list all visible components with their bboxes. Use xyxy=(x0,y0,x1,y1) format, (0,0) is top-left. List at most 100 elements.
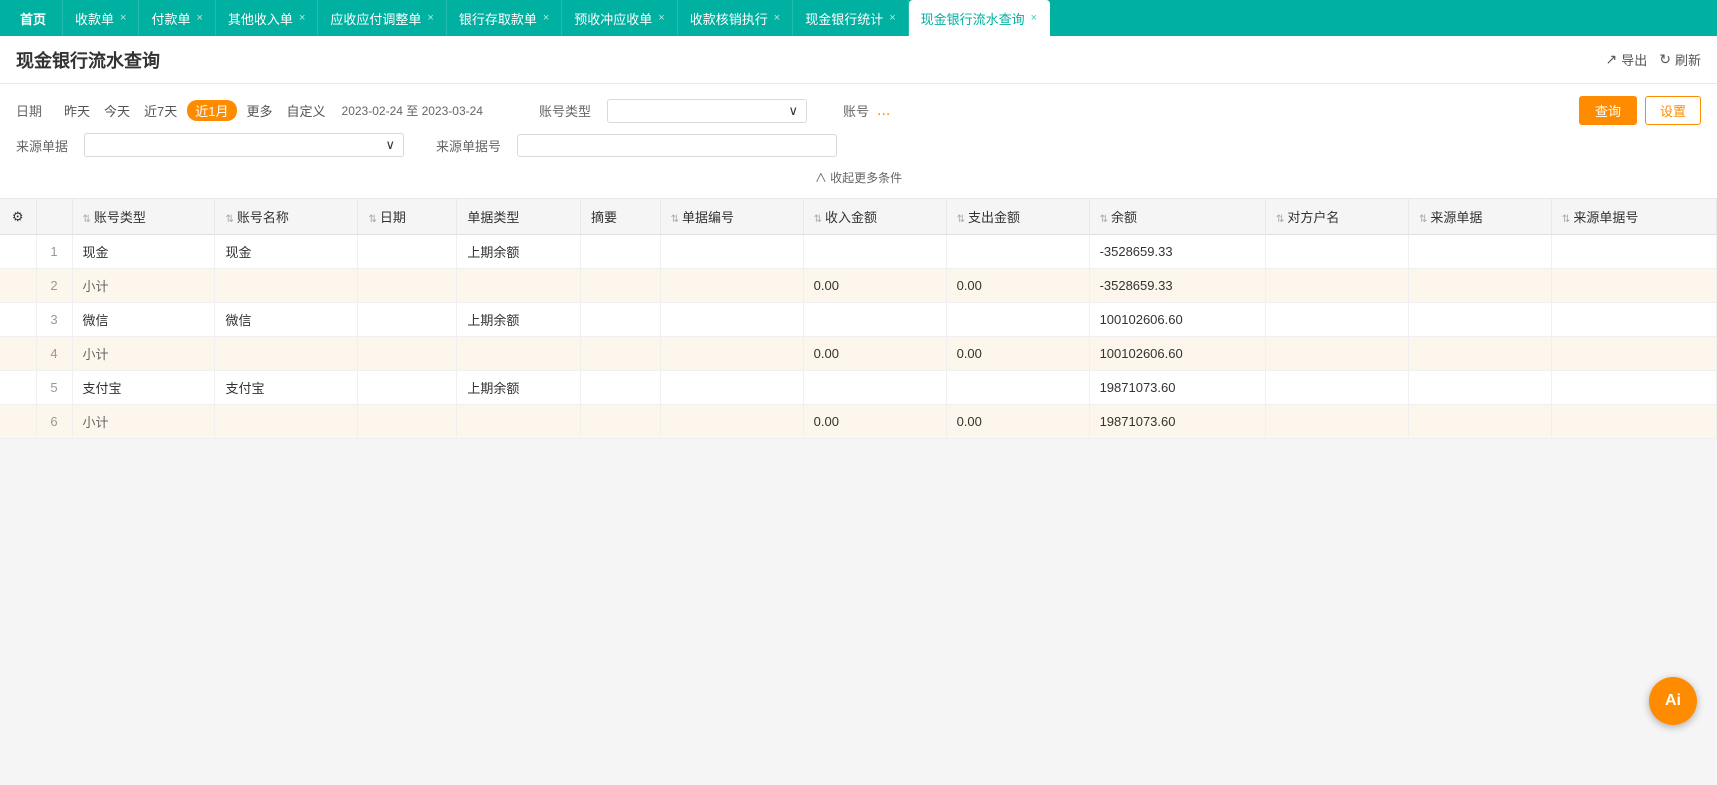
table-row[interactable]: 2小计0.000.00-3528659.33 xyxy=(0,269,1717,303)
td-cell: 小计 xyxy=(72,269,215,303)
th-counterpart[interactable]: ⇅对方户名 xyxy=(1265,199,1408,235)
refresh-button[interactable]: ↻ 刷新 xyxy=(1659,50,1701,69)
td-cell xyxy=(581,337,661,371)
td-cell xyxy=(1408,337,1551,371)
th-gear[interactable]: ⚙ xyxy=(0,199,36,235)
nav-tab-7[interactable]: 现金银行统计 × xyxy=(793,0,908,36)
td-gear[interactable] xyxy=(0,235,36,269)
td-gear[interactable] xyxy=(0,269,36,303)
td-cell xyxy=(1265,405,1408,439)
nav-tab-6[interactable]: 收款核销执行 × xyxy=(678,0,793,36)
chevron-down-icon: ∨ xyxy=(386,137,396,153)
nav-tab-5[interactable]: 预收冲应收单 × xyxy=(562,0,677,36)
td-cell xyxy=(581,269,661,303)
th-income[interactable]: ⇅收入金额 xyxy=(803,199,946,235)
td-cell: 0.00 xyxy=(946,269,1089,303)
td-cell: 100102606.60 xyxy=(1089,303,1265,337)
ai-button[interactable]: Ai xyxy=(1649,677,1697,725)
th-expense[interactable]: ⇅支出金额 xyxy=(946,199,1089,235)
td-cell: 支付宝 xyxy=(72,371,215,405)
source-doc-label: 来源单据 xyxy=(16,136,68,155)
td-cell xyxy=(1408,235,1551,269)
th-account-type[interactable]: ⇅账号类型 xyxy=(72,199,215,235)
nav-tab-3[interactable]: 应收应付调整单 × xyxy=(318,0,446,36)
date-label: 日期 xyxy=(16,101,52,120)
td-cell: 现金 xyxy=(215,235,358,269)
td-cell xyxy=(1265,337,1408,371)
td-cell xyxy=(660,269,803,303)
td-gear[interactable] xyxy=(0,405,36,439)
close-icon[interactable]: × xyxy=(658,12,664,24)
td-cell: 0.00 xyxy=(946,337,1089,371)
td-cell: 现金 xyxy=(72,235,215,269)
export-button[interactable]: ↗ 导出 xyxy=(1606,50,1648,69)
td-cell xyxy=(358,269,457,303)
td-gear[interactable] xyxy=(0,337,36,371)
date-1month[interactable]: 近1月 xyxy=(187,100,236,121)
date-7days[interactable]: 近7天 xyxy=(140,100,181,121)
td-cell xyxy=(581,405,661,439)
close-icon[interactable]: × xyxy=(889,12,895,24)
nav-tab-0[interactable]: 收款单 × xyxy=(63,0,139,36)
close-icon[interactable]: × xyxy=(196,12,202,24)
source-doc-no-label: 来源单据号 xyxy=(436,136,501,155)
account-more-btn[interactable]: ... xyxy=(877,102,890,120)
date-custom[interactable]: 自定义 xyxy=(283,100,330,121)
nav-home[interactable]: 首页 xyxy=(4,0,63,36)
settings-button[interactable]: 设置 xyxy=(1645,96,1701,125)
table-header-row: ⚙ ⇅账号类型 ⇅账号名称 ⇅日期 单据类型 摘要 ⇅单据编号 ⇅收入金额 ⇅支… xyxy=(0,199,1717,235)
td-cell: 支付宝 xyxy=(215,371,358,405)
table-row[interactable]: 1现金现金上期余额-3528659.33 xyxy=(0,235,1717,269)
table-row[interactable]: 4小计0.000.00100102606.60 xyxy=(0,337,1717,371)
close-icon[interactable]: × xyxy=(120,12,126,24)
td-cell: 0.00 xyxy=(803,405,946,439)
td-cell xyxy=(1408,269,1551,303)
td-cell xyxy=(946,303,1089,337)
nav-tab-2[interactable]: 其他收入单 × xyxy=(216,0,318,36)
th-doc-no[interactable]: ⇅单据编号 xyxy=(660,199,803,235)
th-date[interactable]: ⇅日期 xyxy=(358,199,457,235)
th-balance[interactable]: ⇅余额 xyxy=(1089,199,1265,235)
th-account-name[interactable]: ⇅账号名称 xyxy=(215,199,358,235)
td-cell: 0.00 xyxy=(946,405,1089,439)
td-gear[interactable] xyxy=(0,303,36,337)
table-row[interactable]: 6小计0.000.0019871073.60 xyxy=(0,405,1717,439)
td-cell xyxy=(803,303,946,337)
close-icon[interactable]: × xyxy=(774,12,780,24)
account-group: 账号 ... xyxy=(843,101,894,120)
date-range-display: 2023-02-24 至 2023-03-24 xyxy=(342,102,483,119)
td-gear[interactable] xyxy=(0,371,36,405)
date-yesterday[interactable]: 昨天 xyxy=(60,100,94,121)
source-doc-select[interactable]: ∨ xyxy=(84,133,404,157)
td-cell xyxy=(803,371,946,405)
th-source-doc-no[interactable]: ⇅来源单据号 xyxy=(1551,199,1716,235)
close-icon[interactable]: × xyxy=(1031,12,1037,24)
close-icon[interactable]: × xyxy=(299,12,305,24)
th-source-doc[interactable]: ⇅来源单据 xyxy=(1408,199,1551,235)
td-cell xyxy=(946,371,1089,405)
date-today[interactable]: 今天 xyxy=(100,100,134,121)
collapse-bar[interactable]: ∧ 收起更多条件 xyxy=(16,165,1701,190)
td-cell xyxy=(358,337,457,371)
filter-row-2: 来源单据 ∨ 来源单据号 xyxy=(16,133,1701,157)
close-icon[interactable]: × xyxy=(543,12,549,24)
nav-tab-4[interactable]: 银行存取款单 × xyxy=(447,0,562,36)
nav-tab-1[interactable]: 付款单 × xyxy=(139,0,215,36)
td-cell xyxy=(1551,405,1716,439)
source-doc-no-group: 来源单据号 xyxy=(436,134,837,157)
account-type-select[interactable]: ∨ xyxy=(607,99,807,123)
table-row[interactable]: 5支付宝支付宝上期余额19871073.60 xyxy=(0,371,1717,405)
td-cell xyxy=(215,269,358,303)
query-button[interactable]: 查询 xyxy=(1579,96,1637,125)
page-header: 现金银行流水查询 ↗ 导出 ↻ 刷新 xyxy=(0,36,1717,84)
date-options: 昨天 今天 近7天 近1月 更多 自定义 xyxy=(60,100,330,121)
source-doc-no-input[interactable] xyxy=(517,134,837,157)
close-icon[interactable]: × xyxy=(427,12,433,24)
nav-tab-8[interactable]: 现金银行流水查询 × xyxy=(909,0,1050,36)
td-cell xyxy=(1551,337,1716,371)
td-cell xyxy=(581,303,661,337)
date-more[interactable]: 更多 xyxy=(243,100,277,121)
table-row[interactable]: 3微信微信上期余额100102606.60 xyxy=(0,303,1717,337)
data-table-container: ⚙ ⇅账号类型 ⇅账号名称 ⇅日期 单据类型 摘要 ⇅单据编号 ⇅收入金额 ⇅支… xyxy=(0,199,1717,439)
filter-row-1: 日期 昨天 今天 近7天 近1月 更多 自定义 2023-02-24 至 202… xyxy=(16,96,1701,125)
